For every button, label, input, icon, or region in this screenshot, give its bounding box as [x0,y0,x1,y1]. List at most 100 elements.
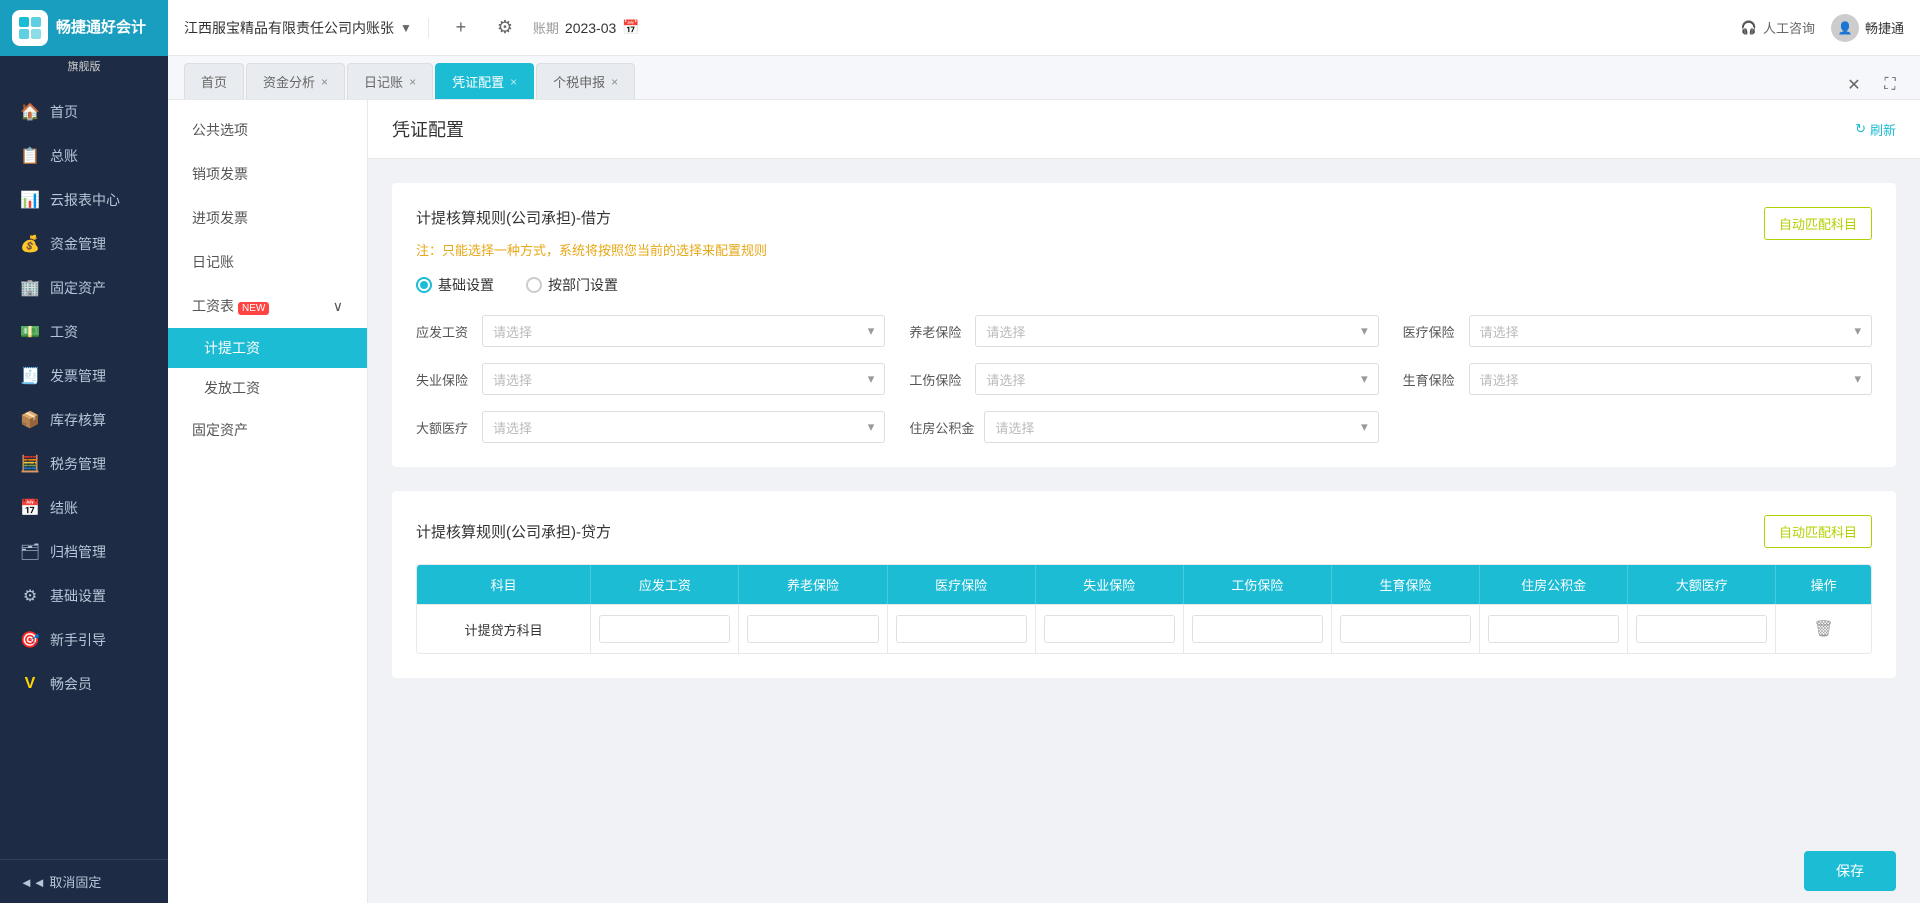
credit-maternity-input[interactable] [1340,615,1471,643]
field-medical: 医疗保险 请选择 ▾ [1403,315,1872,347]
sidebar-item-tax[interactable]: 🧮 税务管理 [0,442,168,486]
th-maternity: 生育保险 [1332,565,1480,604]
salary-icon: 💵 [20,322,40,342]
tab-voucher-config-close[interactable]: × [510,75,517,89]
unemployment-chevron: ▾ [868,371,875,387]
topbar: 江西服宝精品有限责任公司内账张 ▼ + ⚙ 账期 2023-03 📅 🎧 人工咨… [168,0,1920,56]
injury-label: 工伤保险 [909,370,965,389]
maternity-select[interactable]: 请选择 ▾ [1469,363,1872,395]
credit-major-medical-input[interactable] [1636,615,1767,643]
sidebar-item-salary[interactable]: 💵 工资 [0,310,168,354]
radio-dept-settings[interactable]: 按部门设置 [526,275,618,295]
menu-item-fixed-assets[interactable]: 固定资产 [168,408,367,452]
credit-injury-input[interactable] [1192,615,1323,643]
save-button[interactable]: 保存 [1804,851,1896,891]
sidebar-label-assets: 固定资产 [50,278,106,298]
delete-row-button[interactable]: 🗑 [1814,619,1834,639]
scroll-area: 计提核算规则(公司承担)-借方 注：只能选择一种方式，系统将按照您当前的选择来配… [368,159,1920,839]
pension-select[interactable]: 请选择 ▾ [975,315,1378,347]
credit-auto-match-button[interactable]: 自动匹配科目 [1764,515,1872,548]
credit-unemployment-input[interactable] [1044,615,1175,643]
td-maternity-input-cell [1332,605,1480,653]
credit-section-title: 计提核算规则(公司承担)-贷方 [416,521,611,542]
company-selector[interactable]: 江西服宝精品有限责任公司内账张 ▼ [184,18,412,38]
td-pension-input-cell [739,605,887,653]
sidebar-item-guide[interactable]: 🎯 新手引导 [0,618,168,662]
menu-sub-item-payment[interactable]: 发放工资 [168,368,367,408]
user-info[interactable]: 👤 畅捷通 [1831,14,1904,42]
radio-dept-label: 按部门设置 [548,275,618,295]
settings-button[interactable]: ⚙ [489,12,521,44]
tab-tax-return[interactable]: 个税申报 × [536,63,635,99]
major-medical-select[interactable]: 请选择 ▾ [482,411,885,443]
maternity-placeholder: 请选择 [1480,370,1519,389]
sidebar-item-invoice[interactable]: 🧾 发票管理 [0,354,168,398]
injury-select[interactable]: 请选择 ▾ [975,363,1378,395]
field-maternity: 生育保险 请选择 ▾ [1403,363,1872,395]
td-medical-input-cell [888,605,1036,653]
tab-capital-analysis-close[interactable]: × [321,75,328,89]
menu-sub-item-accrual[interactable]: 计提工资 [168,328,367,368]
credit-gross-salary-input[interactable] [599,615,730,643]
sidebar-label-home: 首页 [50,102,78,122]
table-header-row: 科目 应发工资 养老保险 医疗保险 失业保险 工伤保险 生育保险 住房公积金 大… [417,565,1871,604]
tab-expand-button[interactable]: ⛶ [1876,71,1904,99]
ledger-icon: 📋 [20,146,40,166]
th-injury: 工伤保险 [1184,565,1332,604]
refresh-button[interactable]: ↻ 刷新 [1855,120,1896,155]
credit-pension-input[interactable] [747,615,878,643]
sidebar-item-close[interactable]: 📅 结账 [0,486,168,530]
debit-section-title: 计提核算规则(公司承担)-借方 [416,207,767,228]
menu-item-purchase-invoice[interactable]: 进项发票 [168,196,367,240]
sidebar-item-home[interactable]: 🏠 首页 [0,90,168,134]
radio-basic-settings[interactable]: 基础设置 [416,275,494,295]
menu-item-public-options[interactable]: 公共选项 [168,108,367,152]
sidebar-item-funds[interactable]: 💰 资金管理 [0,222,168,266]
sidebar-label-settings: 基础设置 [50,586,106,606]
add-account-button[interactable]: + [445,12,477,44]
pension-label: 养老保险 [909,322,965,341]
right-content: 凭证配置 ↻ 刷新 计提核算规则(公司承担)-借方 注：只能选择一种方式，系统将… [368,100,1920,903]
gross-salary-placeholder: 请选择 [493,322,532,341]
sidebar-item-settings[interactable]: ⚙ 基础设置 [0,574,168,618]
tab-voucher-config[interactable]: 凭证配置 × [435,63,534,99]
main-area: 江西服宝精品有限责任公司内账张 ▼ + ⚙ 账期 2023-03 📅 🎧 人工咨… [168,0,1920,903]
sidebar-label-guide: 新手引导 [50,630,106,650]
sidebar-item-archive[interactable]: 🗂 归档管理 [0,530,168,574]
radio-basic-circle [416,277,432,293]
tab-close-all-button[interactable]: ✕ [1840,71,1868,99]
logo-icon [12,10,48,46]
debit-section-content: 计提核算规则(公司承担)-借方 注：只能选择一种方式，系统将按照您当前的选择来配… [416,207,767,275]
gross-salary-select[interactable]: 请选择 ▾ [482,315,885,347]
sidebar-item-reports[interactable]: 📊 云报表中心 [0,178,168,222]
service-button[interactable]: 🎧 人工咨询 [1741,18,1815,37]
service-label: 人工咨询 [1763,18,1815,37]
menu-item-journal[interactable]: 日记账 [168,240,367,284]
tab-journal[interactable]: 日记账 × [347,63,433,99]
sidebar-item-inventory[interactable]: 📦 库存核算 [0,398,168,442]
medical-select[interactable]: 请选择 ▾ [1469,315,1872,347]
tab-home[interactable]: 首页 [184,63,244,99]
sidebar-item-vip[interactable]: V 畅会员 [0,662,168,706]
menu-item-sales-invoice[interactable]: 销项发票 [168,152,367,196]
tab-capital-analysis[interactable]: 资金分析 × [246,63,345,99]
period-label: 账期 [533,18,559,37]
housing-fund-chevron: ▾ [1361,419,1368,435]
unemployment-placeholder: 请选择 [493,370,532,389]
menu-group-salary-header[interactable]: 工资表NEW ∨ [168,284,367,328]
cancel-pin-button[interactable]: ◄◄ 取消固定 [0,859,168,903]
debit-auto-match-button[interactable]: 自动匹配科目 [1764,207,1872,240]
tab-tax-return-close[interactable]: × [611,75,618,89]
sidebar-item-ledger[interactable]: 📋 总账 [0,134,168,178]
housing-fund-select[interactable]: 请选择 ▾ [984,411,1378,443]
tab-journal-close[interactable]: × [409,75,416,89]
edition-badge: 旗舰版 [0,56,168,82]
credit-medical-input[interactable] [896,615,1027,643]
calendar-icon[interactable]: 📅 [622,19,639,36]
th-medical: 医疗保险 [888,565,1036,604]
field-major-medical: 大额医疗 请选择 ▾ [416,411,885,443]
credit-housing-fund-input[interactable] [1488,615,1619,643]
unemployment-select[interactable]: 请选择 ▾ [482,363,885,395]
field-injury: 工伤保险 请选择 ▾ [909,363,1378,395]
sidebar-item-assets[interactable]: 🏢 固定资产 [0,266,168,310]
